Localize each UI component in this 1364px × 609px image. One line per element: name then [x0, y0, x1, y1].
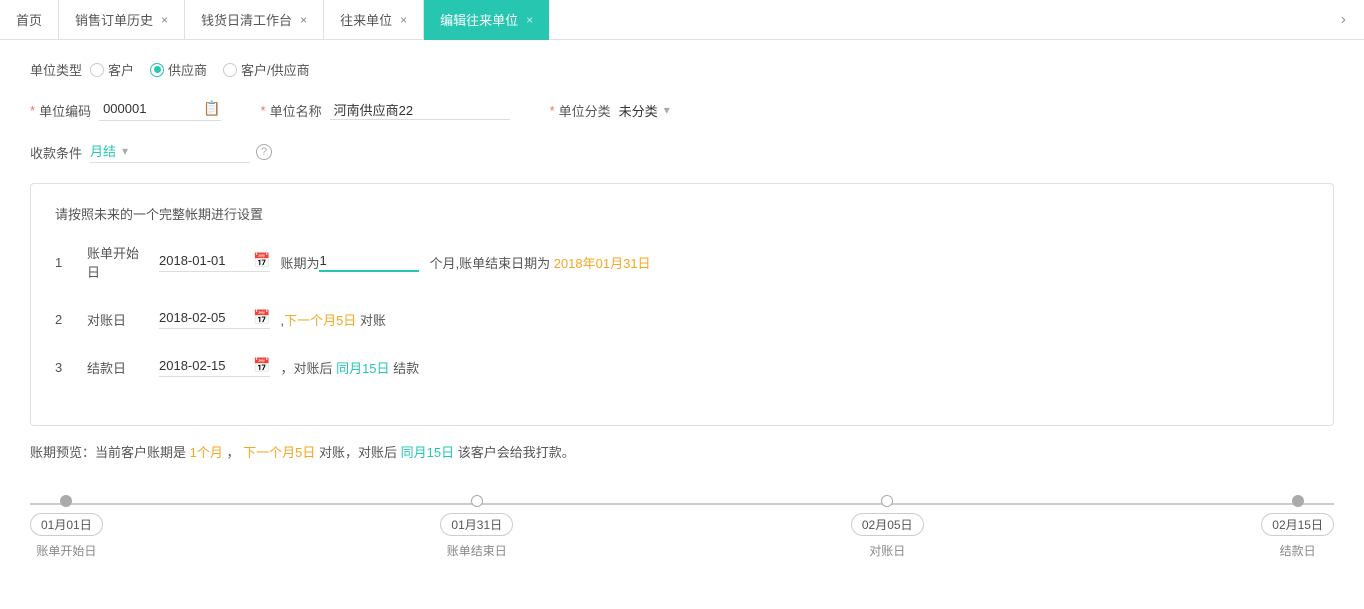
- payment-terms-select[interactable]: 月结 ▾: [90, 141, 250, 163]
- radio-supplier[interactable]: 供应商: [150, 60, 207, 79]
- period-row-2-suffix: ,下一个月5日 对账: [280, 310, 385, 329]
- radio-supplier-circle: [150, 63, 164, 77]
- radio-customer[interactable]: 客户: [90, 60, 134, 79]
- period-row-3: 3 结款日 📅 ，对账后 同月15日 结款: [55, 357, 1309, 377]
- timeline-point-3: 02月15日 结款日: [1261, 495, 1334, 559]
- unit-name-group: * 单位名称: [261, 100, 510, 120]
- unit-type-group: 单位类型 客户 供应商 客户/供应商: [30, 60, 310, 79]
- tab-home[interactable]: 首页: [8, 0, 59, 40]
- unit-category-value: 未分类: [619, 101, 658, 120]
- timeline-container: 01月01日 账单开始日 01月31日 账单结束日 02月05日 对账日 02月…: [30, 485, 1334, 589]
- preview-highlight-3: 同月15日: [401, 445, 454, 460]
- payment-terms-label: 收款条件: [30, 143, 82, 162]
- page-content: 单位类型 客户 供应商 客户/供应商 * 单位编码: [0, 40, 1364, 609]
- timeline-sublabel-3: 结款日: [1280, 542, 1316, 559]
- timeline-sublabel-2: 对账日: [869, 542, 905, 559]
- tabs-bar: 首页 销售订单历史 × 钱货日清工作台 × 往来单位 × 编辑往来单位 × ›: [0, 0, 1364, 40]
- unit-info-row: * 单位编码 📋 * 单位名称 * 单位分类 未分类 ▾: [30, 99, 1334, 121]
- timeline-points: 01月01日 账单开始日 01月31日 账单结束日 02月05日 对账日 02月…: [30, 495, 1334, 559]
- unit-code-group: * 单位编码 📋: [30, 99, 221, 121]
- timeline-badge-0: 01月01日: [30, 513, 103, 536]
- period-row-2-orange-text: 下一个月5日: [284, 313, 356, 328]
- timeline-point-1: 01月31日 账单结束日: [440, 495, 513, 559]
- unit-code-label: 单位编码: [39, 101, 91, 120]
- period-row-3-date-input-wrapper: 📅: [159, 357, 270, 377]
- radio-customer-supplier-label: 客户/供应商: [241, 60, 310, 79]
- period-row-1-calendar-icon[interactable]: 📅: [253, 252, 270, 269]
- close-tab-sales-order-history[interactable]: ×: [161, 13, 168, 27]
- period-row-2-num: 2: [55, 312, 75, 327]
- timeline-point-2: 02月05日 对账日: [851, 495, 924, 559]
- unit-name-input[interactable]: [330, 100, 510, 120]
- timeline-sublabel-0: 账单开始日: [36, 542, 96, 559]
- timeline-point-0: 01月01日 账单开始日: [30, 495, 103, 559]
- timeline-badge-3: 02月15日: [1261, 513, 1334, 536]
- period-row-2-field-label: 对账日: [87, 310, 147, 329]
- period-row-3-suffix: ，对账后 同月15日 结款: [280, 358, 419, 377]
- close-tab-counterpart-unit[interactable]: ×: [400, 13, 407, 27]
- timeline-badge-2: 02月05日: [851, 513, 924, 536]
- period-row-3-num: 3: [55, 360, 75, 375]
- timeline-dot-0: [60, 495, 72, 507]
- unit-type-label: 单位类型: [30, 60, 82, 79]
- tab-sales-order-history[interactable]: 销售订单历史 ×: [59, 0, 185, 40]
- unit-name-required-star: *: [261, 103, 266, 118]
- tab-counterpart-unit[interactable]: 往来单位 ×: [324, 0, 424, 40]
- unit-code-copy-icon[interactable]: 📋: [203, 100, 220, 117]
- period-row-1-date-input[interactable]: [159, 253, 249, 268]
- radio-customer-supplier-circle: [223, 63, 237, 77]
- payment-terms-row: 收款条件 月结 ▾ ?: [30, 141, 1334, 163]
- radio-customer-label: 客户: [108, 60, 134, 79]
- period-row-3-field-label: 结款日: [87, 358, 147, 377]
- payment-terms-group: 收款条件 月结 ▾ ?: [30, 141, 272, 163]
- period-row-1: 1 账单开始日 📅 账期为 个月,账单结束日期为 2018年01月31日: [55, 243, 1309, 281]
- period-row-1-month-input[interactable]: [319, 253, 419, 272]
- period-row-1-field-label: 账单开始日: [87, 243, 147, 281]
- unit-code-required-star: *: [30, 103, 35, 118]
- timeline-badge-1: 01月31日: [440, 513, 513, 536]
- timeline-dot-2: [881, 495, 893, 507]
- period-row-3-date-input[interactable]: [159, 358, 249, 373]
- unit-type-radio-group: 客户 供应商 客户/供应商: [90, 60, 310, 79]
- period-row-1-suffix-before: 账期为: [280, 253, 319, 272]
- radio-customer-circle: [90, 63, 104, 77]
- timeline-dot-1: [471, 495, 483, 507]
- close-tab-cash-ledger[interactable]: ×: [300, 13, 307, 27]
- preview-highlight-2: 下一个月5日: [243, 445, 315, 460]
- unit-category-group: * 单位分类 未分类 ▾: [550, 101, 670, 120]
- period-row-2-date-input-wrapper: 📅: [159, 309, 270, 329]
- period-row-2: 2 对账日 📅 ,下一个月5日 对账: [55, 309, 1309, 329]
- radio-supplier-label: 供应商: [168, 60, 207, 79]
- period-row-3-teal-text: 同月15日: [336, 361, 389, 376]
- period-row-3-calendar-icon[interactable]: 📅: [253, 357, 270, 374]
- timeline-sublabel-1: 账单结束日: [447, 542, 507, 559]
- timeline-dot-3: [1292, 495, 1304, 507]
- unit-category-label: 单位分类: [559, 101, 611, 120]
- tab-edit-counterpart-unit[interactable]: 编辑往来单位 ×: [424, 0, 549, 40]
- period-row-1-date-input-wrapper: 📅: [159, 252, 270, 272]
- payment-terms-value: 月结: [90, 141, 116, 160]
- close-tab-edit-counterpart-unit[interactable]: ×: [526, 13, 533, 27]
- unit-type-row: 单位类型 客户 供应商 客户/供应商: [30, 60, 1334, 79]
- unit-category-select[interactable]: 未分类 ▾: [619, 101, 670, 120]
- preview-highlight-1: 1个月: [190, 445, 223, 460]
- unit-name-label: 单位名称: [270, 101, 322, 120]
- period-box-title: 请按照未来的一个完整帐期进行设置: [55, 204, 1309, 223]
- payment-terms-chevron-icon: ▾: [122, 144, 128, 158]
- unit-category-required-star: *: [550, 103, 555, 118]
- period-row-2-calendar-icon[interactable]: 📅: [253, 309, 270, 326]
- unit-code-input-wrapper: 📋: [99, 99, 220, 121]
- period-row-1-num: 1: [55, 255, 75, 270]
- radio-customer-supplier[interactable]: 客户/供应商: [223, 60, 310, 79]
- tab-cash-ledger[interactable]: 钱货日清工作台 ×: [185, 0, 324, 40]
- period-row-2-date-input[interactable]: [159, 310, 249, 325]
- unit-category-chevron-icon: ▾: [664, 103, 670, 117]
- unit-code-input[interactable]: [99, 99, 199, 118]
- payment-terms-help-icon[interactable]: ?: [256, 144, 272, 160]
- period-settings-box: 请按照未来的一个完整帐期进行设置 1 账单开始日 📅 账期为 个月,账单结束日期…: [30, 183, 1334, 426]
- period-row-1-suffix-after: 个月,账单结束日期为 2018年01月31日: [429, 253, 650, 272]
- tab-more-button[interactable]: ›: [1331, 11, 1356, 29]
- preview-text: 账期预览：当前客户账期是 1个月 ， 下一个月5日 对账，对账后 同月15日 该…: [30, 442, 1334, 461]
- period-row-1-date-highlight: 2018年01月31日: [554, 256, 651, 271]
